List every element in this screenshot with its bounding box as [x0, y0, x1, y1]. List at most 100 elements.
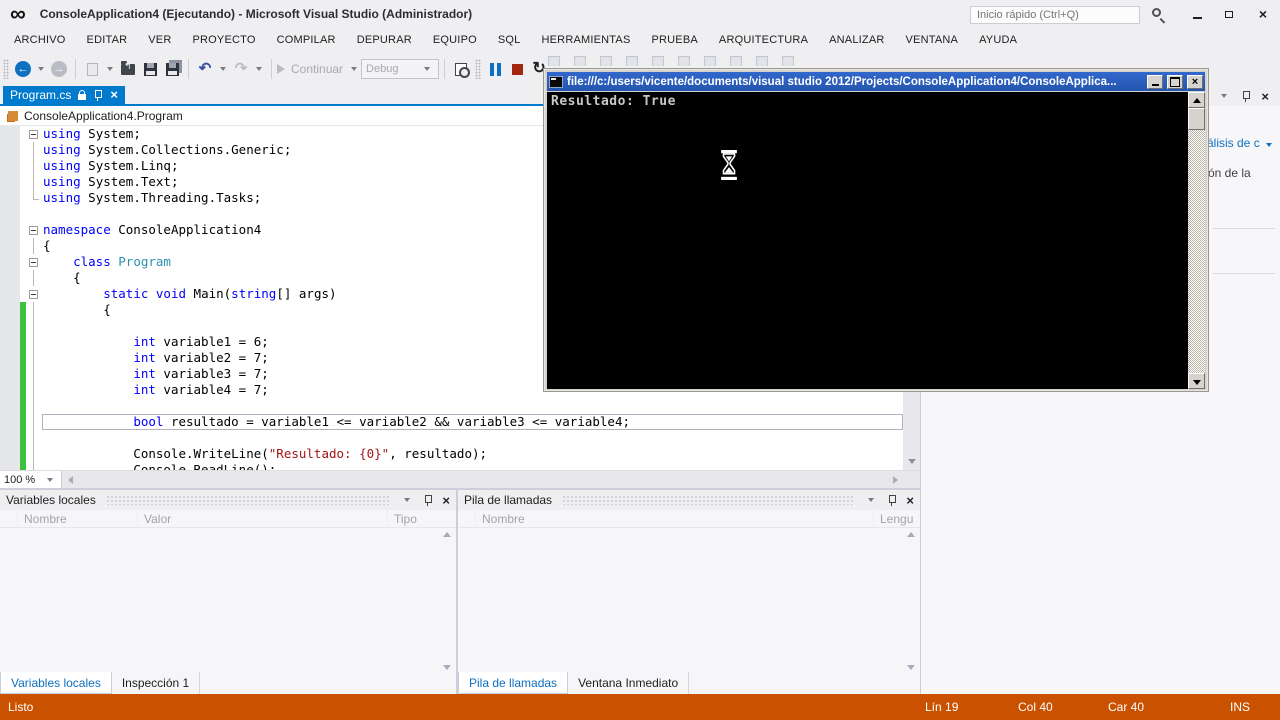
scroll-left-icon[interactable]: [68, 475, 73, 484]
scroll-up-icon[interactable]: [907, 532, 915, 537]
restore-button[interactable]: [1216, 4, 1242, 24]
close-icon[interactable]: ×: [110, 88, 118, 101]
tab-program-cs[interactable]: Program.cs ×: [3, 86, 125, 104]
pin-icon[interactable]: [93, 89, 103, 101]
locals-body[interactable]: [0, 528, 456, 674]
navigate-back-button[interactable]: ←: [12, 57, 34, 81]
continue-dropdown-icon[interactable]: [351, 67, 358, 71]
stop-button[interactable]: [506, 57, 528, 81]
toolbar-grip[interactable]: [475, 59, 482, 79]
scroll-right-icon[interactable]: [893, 475, 898, 484]
scrollbar-thumb[interactable]: [1188, 108, 1205, 130]
minimize-button[interactable]: [1184, 4, 1210, 24]
undo-button[interactable]: ↶: [194, 57, 216, 81]
menu-ventana[interactable]: VENTANA: [906, 34, 959, 46]
console-maximize-button[interactable]: [1167, 74, 1183, 89]
save-button[interactable]: [139, 57, 161, 81]
menu-equipo[interactable]: EQUIPO: [433, 34, 477, 46]
console-title-text: file:///c:/users/vicente/documents/visua…: [567, 75, 1117, 88]
undo-dropdown-icon[interactable]: [220, 67, 226, 71]
panel-menu-icon[interactable]: [1221, 94, 1228, 98]
scroll-down-icon[interactable]: [1188, 373, 1205, 389]
find-in-files-button[interactable]: [450, 57, 472, 81]
tab-variables-locales[interactable]: Variables locales: [0, 672, 112, 694]
locals-panel-header[interactable]: Variables locales ×: [0, 490, 456, 510]
right-panel-link-fragment[interactable]: álisis de c: [1207, 136, 1276, 150]
menu-arquitectura[interactable]: ARQUITECTURA: [719, 34, 808, 46]
toolbar-grip[interactable]: [3, 59, 9, 79]
code-line: Console.WriteLine("Resultado: {0}", resu…: [0, 446, 903, 462]
open-file-button[interactable]: [117, 57, 139, 81]
save-all-button[interactable]: [161, 57, 183, 81]
locals-tab-strip: Variables locales Inspección 1: [0, 672, 201, 694]
pin-icon[interactable]: [423, 494, 433, 506]
menu-analizar[interactable]: ANALIZAR: [829, 34, 884, 46]
menu-depurar[interactable]: DEPURAR: [357, 34, 412, 46]
panel-menu-icon[interactable]: [404, 498, 411, 502]
close-icon[interactable]: ×: [1261, 89, 1269, 104]
scroll-up-icon[interactable]: [1188, 92, 1205, 108]
class-dropdown[interactable]: ConsoleApplication4.Program: [24, 109, 183, 123]
scroll-down-icon[interactable]: [908, 459, 916, 464]
column-header-lengu[interactable]: Lengu: [874, 510, 920, 528]
panel-scrollbar[interactable]: [904, 528, 919, 674]
zoom-dropdown[interactable]: 100 %: [0, 470, 62, 489]
menu-herramientas[interactable]: HERRAMIENTAS: [542, 34, 631, 46]
pin-icon[interactable]: [1241, 90, 1251, 102]
column-header-nombre[interactable]: Nombre: [476, 509, 874, 528]
close-icon[interactable]: ×: [906, 493, 914, 508]
vs-main-window: ∞ ConsoleApplication4 (Ejecutando) - Mic…: [0, 0, 1280, 720]
callstack-panel-header[interactable]: Pila de llamadas ×: [458, 490, 920, 510]
fold-collapse-icon[interactable]: [29, 258, 38, 267]
menu-compilar[interactable]: COMPILAR: [277, 34, 336, 46]
pin-icon[interactable]: [887, 494, 897, 506]
fold-collapse-icon[interactable]: [29, 290, 38, 299]
close-icon[interactable]: ×: [442, 493, 450, 508]
console-minimize-button[interactable]: [1147, 74, 1163, 89]
console-close-button[interactable]: ×: [1187, 74, 1203, 89]
new-item-dropdown-icon[interactable]: [107, 67, 113, 71]
divider: [1213, 228, 1275, 229]
console-scrollbar[interactable]: [1188, 92, 1205, 389]
console-title-bar[interactable]: file:///c:/users/vicente/documents/visua…: [547, 72, 1205, 91]
new-item-button[interactable]: [81, 57, 103, 81]
scroll-down-icon[interactable]: [443, 665, 451, 670]
menu-editar[interactable]: EDITAR: [87, 34, 128, 46]
zoom-level: 100 %: [4, 473, 36, 486]
menu-sql[interactable]: SQL: [498, 34, 521, 46]
continue-label: Continuar: [291, 62, 344, 76]
scroll-up-icon[interactable]: [443, 532, 451, 537]
menu-prueba[interactable]: PRUEBA: [651, 34, 697, 46]
panel-scrollbar[interactable]: [440, 528, 455, 674]
redo-button[interactable]: ↷: [230, 57, 252, 81]
back-dropdown-icon[interactable]: [38, 67, 44, 71]
close-button[interactable]: ×: [1250, 4, 1276, 24]
callstack-body[interactable]: [458, 528, 920, 674]
editor-horizontal-scrollbar[interactable]: 100 %: [0, 470, 920, 489]
column-header-tipo[interactable]: Tipo: [388, 510, 456, 528]
column-header-nombre[interactable]: Nombre: [18, 509, 138, 528]
continue-button[interactable]: Continuar: [277, 57, 361, 81]
play-icon: [277, 64, 285, 74]
redo-dropdown-icon[interactable]: [256, 67, 262, 71]
navigate-forward-button[interactable]: →: [48, 57, 70, 81]
fold-collapse-icon[interactable]: [29, 130, 38, 139]
menu-ver[interactable]: VER: [148, 34, 171, 46]
tab-pila-de-llamadas[interactable]: Pila de llamadas: [458, 672, 569, 694]
quick-launch-input[interactable]: [970, 6, 1140, 24]
pause-button[interactable]: [484, 57, 506, 81]
fold-collapse-icon[interactable]: [29, 226, 38, 235]
menu-archivo[interactable]: ARCHIVO: [14, 34, 66, 46]
menu-proyecto[interactable]: PROYECTO: [192, 34, 255, 46]
column-header-valor[interactable]: Valor: [138, 509, 388, 528]
tab-ventana-inmediato[interactable]: Ventana Inmediato: [568, 672, 690, 694]
status-insert-mode: INS: [1230, 700, 1251, 714]
panel-menu-icon[interactable]: [868, 498, 875, 502]
tab-inspección-1[interactable]: Inspección 1: [112, 672, 201, 694]
debug-configuration-dropdown[interactable]: Debug: [361, 59, 440, 79]
search-icon[interactable]: [1152, 8, 1161, 17]
title-bar[interactable]: ∞ ConsoleApplication4 (Ejecutando) - Mic…: [0, 0, 1280, 28]
scroll-down-icon[interactable]: [907, 665, 915, 670]
console-window: file:///c:/users/vicente/documents/visua…: [543, 68, 1209, 392]
menu-ayuda[interactable]: AYUDA: [979, 34, 1017, 46]
